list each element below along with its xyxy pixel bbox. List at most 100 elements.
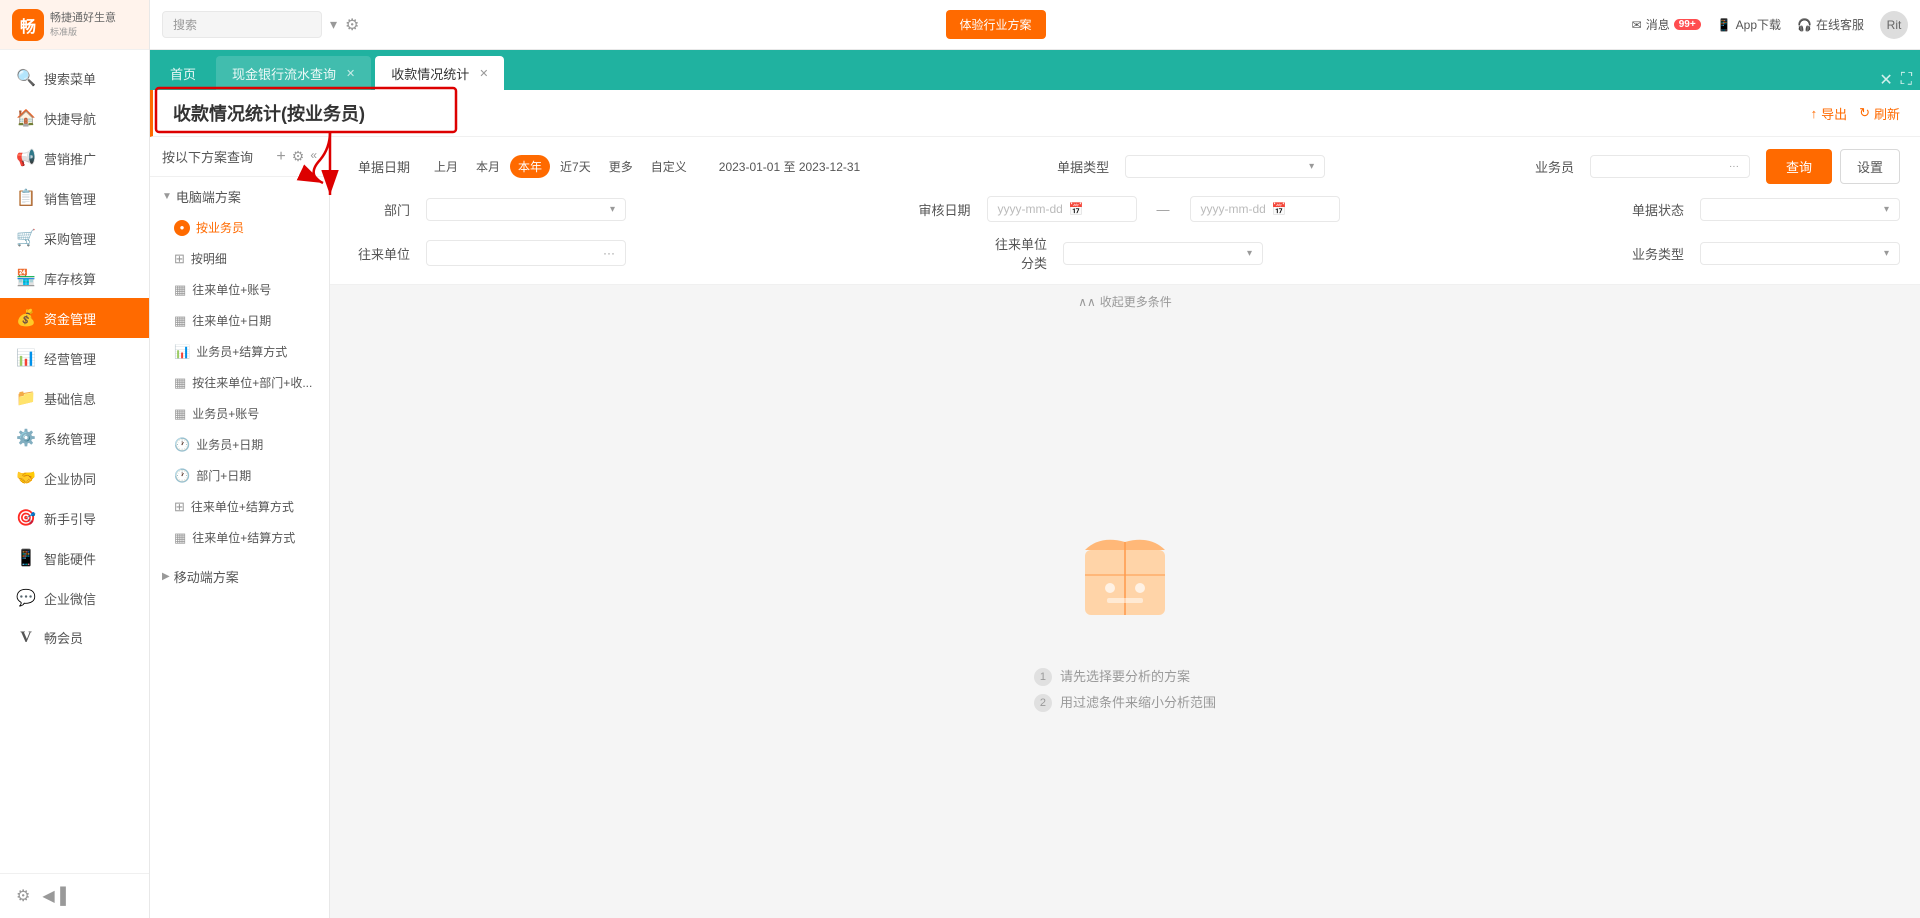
sidebar-item-system[interactable]: ⚙️ 系统管理 — [0, 418, 149, 458]
query-btn[interactable]: 查询 — [1766, 149, 1832, 184]
biz-type-select[interactable]: ▾ — [1700, 242, 1900, 265]
sidebar-collapse-btn[interactable]: ◀▐ — [42, 886, 66, 906]
left-panel-actions: + ⚙ « — [276, 148, 317, 166]
online-service-btn[interactable]: 🎧 在线客服 — [1797, 16, 1864, 33]
add-schema-btn[interactable]: + — [276, 148, 285, 166]
sidebar-settings-btn[interactable]: ⚙ — [16, 886, 30, 906]
schema-item-unit-settlement1[interactable]: ⊞ 往来单位+结算方式 — [150, 491, 329, 522]
schema-collapse-btn[interactable]: « — [310, 148, 317, 166]
result-area: 1 请先选择要分析的方案 2 用过滤条件来缩小分析范围 — [330, 318, 1920, 918]
topbar-dropdown-icon[interactable]: ▾ — [330, 16, 337, 33]
service-icon: 🎧 — [1797, 18, 1812, 32]
page-title: 收款情况统计(按业务员) — [173, 100, 365, 126]
schema-group-desktop[interactable]: ▼ 电脑端方案 — [150, 181, 329, 212]
tab-receipt-stat-close[interactable]: ✕ — [479, 67, 488, 80]
refresh-btn[interactable]: ↻ 刷新 — [1859, 104, 1900, 123]
audit-from-calendar-icon[interactable]: 📅 — [1069, 202, 1084, 216]
doc-type-label: 单据类型 — [1049, 157, 1109, 176]
topbar-gear-icon[interactable]: ⚙ — [345, 15, 359, 35]
date-tab-last-month[interactable]: 上月 — [426, 155, 466, 178]
dept-select[interactable]: ▾ — [426, 198, 626, 221]
counter-party-cat-select[interactable]: ▾ — [1063, 242, 1263, 265]
tab-bank-flow[interactable]: 现金银行流水查询 ✕ — [216, 56, 371, 90]
sidebar-item-guide[interactable]: 🎯 新手引导 — [0, 498, 149, 538]
trial-btn[interactable]: 体验行业方案 — [946, 10, 1046, 39]
schema-item-salesman-account[interactable]: ▦ 业务员+账号 — [150, 398, 329, 429]
schema-section-mobile: ▶ 移动端方案 — [150, 557, 329, 596]
date-range-text: 2023-01-01 至 2023-12-31 — [719, 158, 860, 175]
hint-item-1: 1 请先选择要分析的方案 — [1034, 664, 1216, 690]
collapse-bar[interactable]: ∧∧ 收起更多条件 — [330, 285, 1920, 318]
schema-item-salesman-settlement[interactable]: 📊 业务员+结算方式 — [150, 336, 329, 367]
sidebar-item-sales[interactable]: 📋 销售管理 — [0, 178, 149, 218]
salesman-select[interactable]: ··· — [1590, 155, 1750, 178]
sidebar-item-quick-nav[interactable]: 🏠 快捷导航 — [0, 98, 149, 138]
marketing-icon: 📢 — [16, 148, 36, 168]
schema-item-salesman-date[interactable]: 🕐 业务员+日期 — [150, 429, 329, 460]
enterprise-icon: 🤝 — [16, 468, 36, 488]
page-header-actions: ↑ 导出 ↻ 刷新 — [1811, 104, 1900, 123]
sidebar-item-basic[interactable]: 📁 基础信息 — [0, 378, 149, 418]
sidebar-item-inventory[interactable]: 🏪 库存核算 — [0, 258, 149, 298]
sidebar-item-hardware[interactable]: 📱 智能硬件 — [0, 538, 149, 578]
schema-item-unit-settlement2[interactable]: ▦ 往来单位+结算方式 — [150, 522, 329, 553]
audit-date-dash: — — [1157, 202, 1170, 217]
audit-to-calendar-icon[interactable]: 📅 — [1272, 202, 1287, 216]
counter-party-select[interactable]: ··· — [426, 240, 626, 266]
schema-item-by-salesman[interactable]: ● 按业务员 — [150, 212, 329, 243]
page-header: 收款情况统计(按业务员) ↑ 导出 ↻ 刷新 — [150, 90, 1920, 137]
hint-num-2: 2 — [1034, 694, 1052, 712]
sidebar-item-enterprise[interactable]: 🤝 企业协同 — [0, 458, 149, 498]
counter-party-dots[interactable]: ··· — [603, 246, 615, 260]
filter-actions: 查询 设置 — [1766, 149, 1900, 184]
schema-item-unit-dept-collect[interactable]: ▦ 按往来单位+部门+收... — [150, 367, 329, 398]
schema-group-mobile[interactable]: ▶ 移动端方案 — [150, 561, 329, 592]
biz-type-label: 业务类型 — [1624, 244, 1684, 263]
sidebar-item-member[interactable]: V 畅会员 — [0, 618, 149, 657]
date-tab-this-month[interactable]: 本月 — [468, 155, 508, 178]
mobile-group-arrow: ▶ — [162, 571, 170, 582]
schema-item-unit-date[interactable]: ▦ 往来单位+日期 — [150, 305, 329, 336]
audit-date-to[interactable]: yyyy-mm-dd 📅 — [1190, 196, 1340, 222]
user-avatar[interactable]: Rit — [1880, 11, 1908, 39]
tab-receipt-stat[interactable]: 收款情况统计 ✕ — [375, 56, 504, 90]
sidebar-item-search-menu[interactable]: 🔍 搜索菜单 — [0, 58, 149, 98]
sidebar-item-purchase[interactable]: 🛒 采购管理 — [0, 218, 149, 258]
sidebar-item-marketing[interactable]: 📢 营销推广 — [0, 138, 149, 178]
search-menu-icon: 🔍 — [16, 68, 36, 88]
topbar: 搜索 ▾ ⚙ 体验行业方案 ✉ 消息 99+ 📱 App下载 🎧 在线客服 Ri — [150, 0, 1920, 50]
guide-icon: 🎯 — [16, 508, 36, 528]
tab-maximize-icon[interactable]: ⛶ — [1901, 71, 1912, 89]
empty-hints: 1 请先选择要分析的方案 2 用过滤条件来缩小分析范围 — [1034, 664, 1216, 716]
date-tab-more[interactable]: 更多 — [601, 155, 641, 178]
message-btn[interactable]: ✉ 消息 99+ — [1632, 16, 1701, 33]
schema-item-dept-date[interactable]: 🕐 部门+日期 — [150, 460, 329, 491]
tab-home[interactable]: 首页 — [154, 56, 212, 90]
hint-item-2: 2 用过滤条件来缩小分析范围 — [1034, 690, 1216, 716]
filter-row-1: 单据日期 上月 本月 本年 近7天 更多 自定义 2023-01-01 至 20… — [350, 149, 1900, 184]
export-btn[interactable]: ↑ 导出 — [1811, 104, 1848, 123]
schema-item-unit-account[interactable]: ▦ 往来单位+账号 — [150, 274, 329, 305]
sidebar-item-operation[interactable]: 📊 经营管理 — [0, 338, 149, 378]
right-content: 单据日期 上月 本月 本年 近7天 更多 自定义 2023-01-01 至 20… — [330, 137, 1920, 918]
date-tab-custom[interactable]: 自定义 — [643, 155, 695, 178]
audit-date-from[interactable]: yyyy-mm-dd 📅 — [987, 196, 1137, 222]
collapse-up-icon: ∧∧ — [1078, 295, 1096, 309]
empty-illustration — [1065, 520, 1185, 640]
tab-close-all-icon[interactable]: ✕ — [1879, 70, 1892, 90]
sidebar-item-wechat[interactable]: 💬 企业微信 — [0, 578, 149, 618]
purchase-icon: 🛒 — [16, 228, 36, 248]
schema-settings-btn[interactable]: ⚙ — [292, 148, 305, 166]
schema-item-by-detail[interactable]: ⊞ 按明细 — [150, 243, 329, 274]
tab-bank-flow-close[interactable]: ✕ — [346, 67, 355, 80]
app-download-btn[interactable]: 📱 App下载 — [1717, 16, 1781, 33]
app-logo: 畅 畅捷通好生意 标准版 — [0, 0, 149, 50]
doc-status-select[interactable]: ▾ — [1700, 198, 1900, 221]
salesman-chevron: ··· — [1729, 161, 1739, 172]
doc-type-select[interactable]: ▾ — [1125, 155, 1325, 178]
sidebar-item-finance[interactable]: 💰 资金管理 — [0, 298, 149, 338]
date-tab-last7[interactable]: 近7天 — [552, 155, 599, 178]
counter-party-cat-chevron: ▾ — [1247, 248, 1252, 259]
date-tab-this-year[interactable]: 本年 — [510, 155, 550, 178]
set-btn[interactable]: 设置 — [1840, 149, 1900, 184]
